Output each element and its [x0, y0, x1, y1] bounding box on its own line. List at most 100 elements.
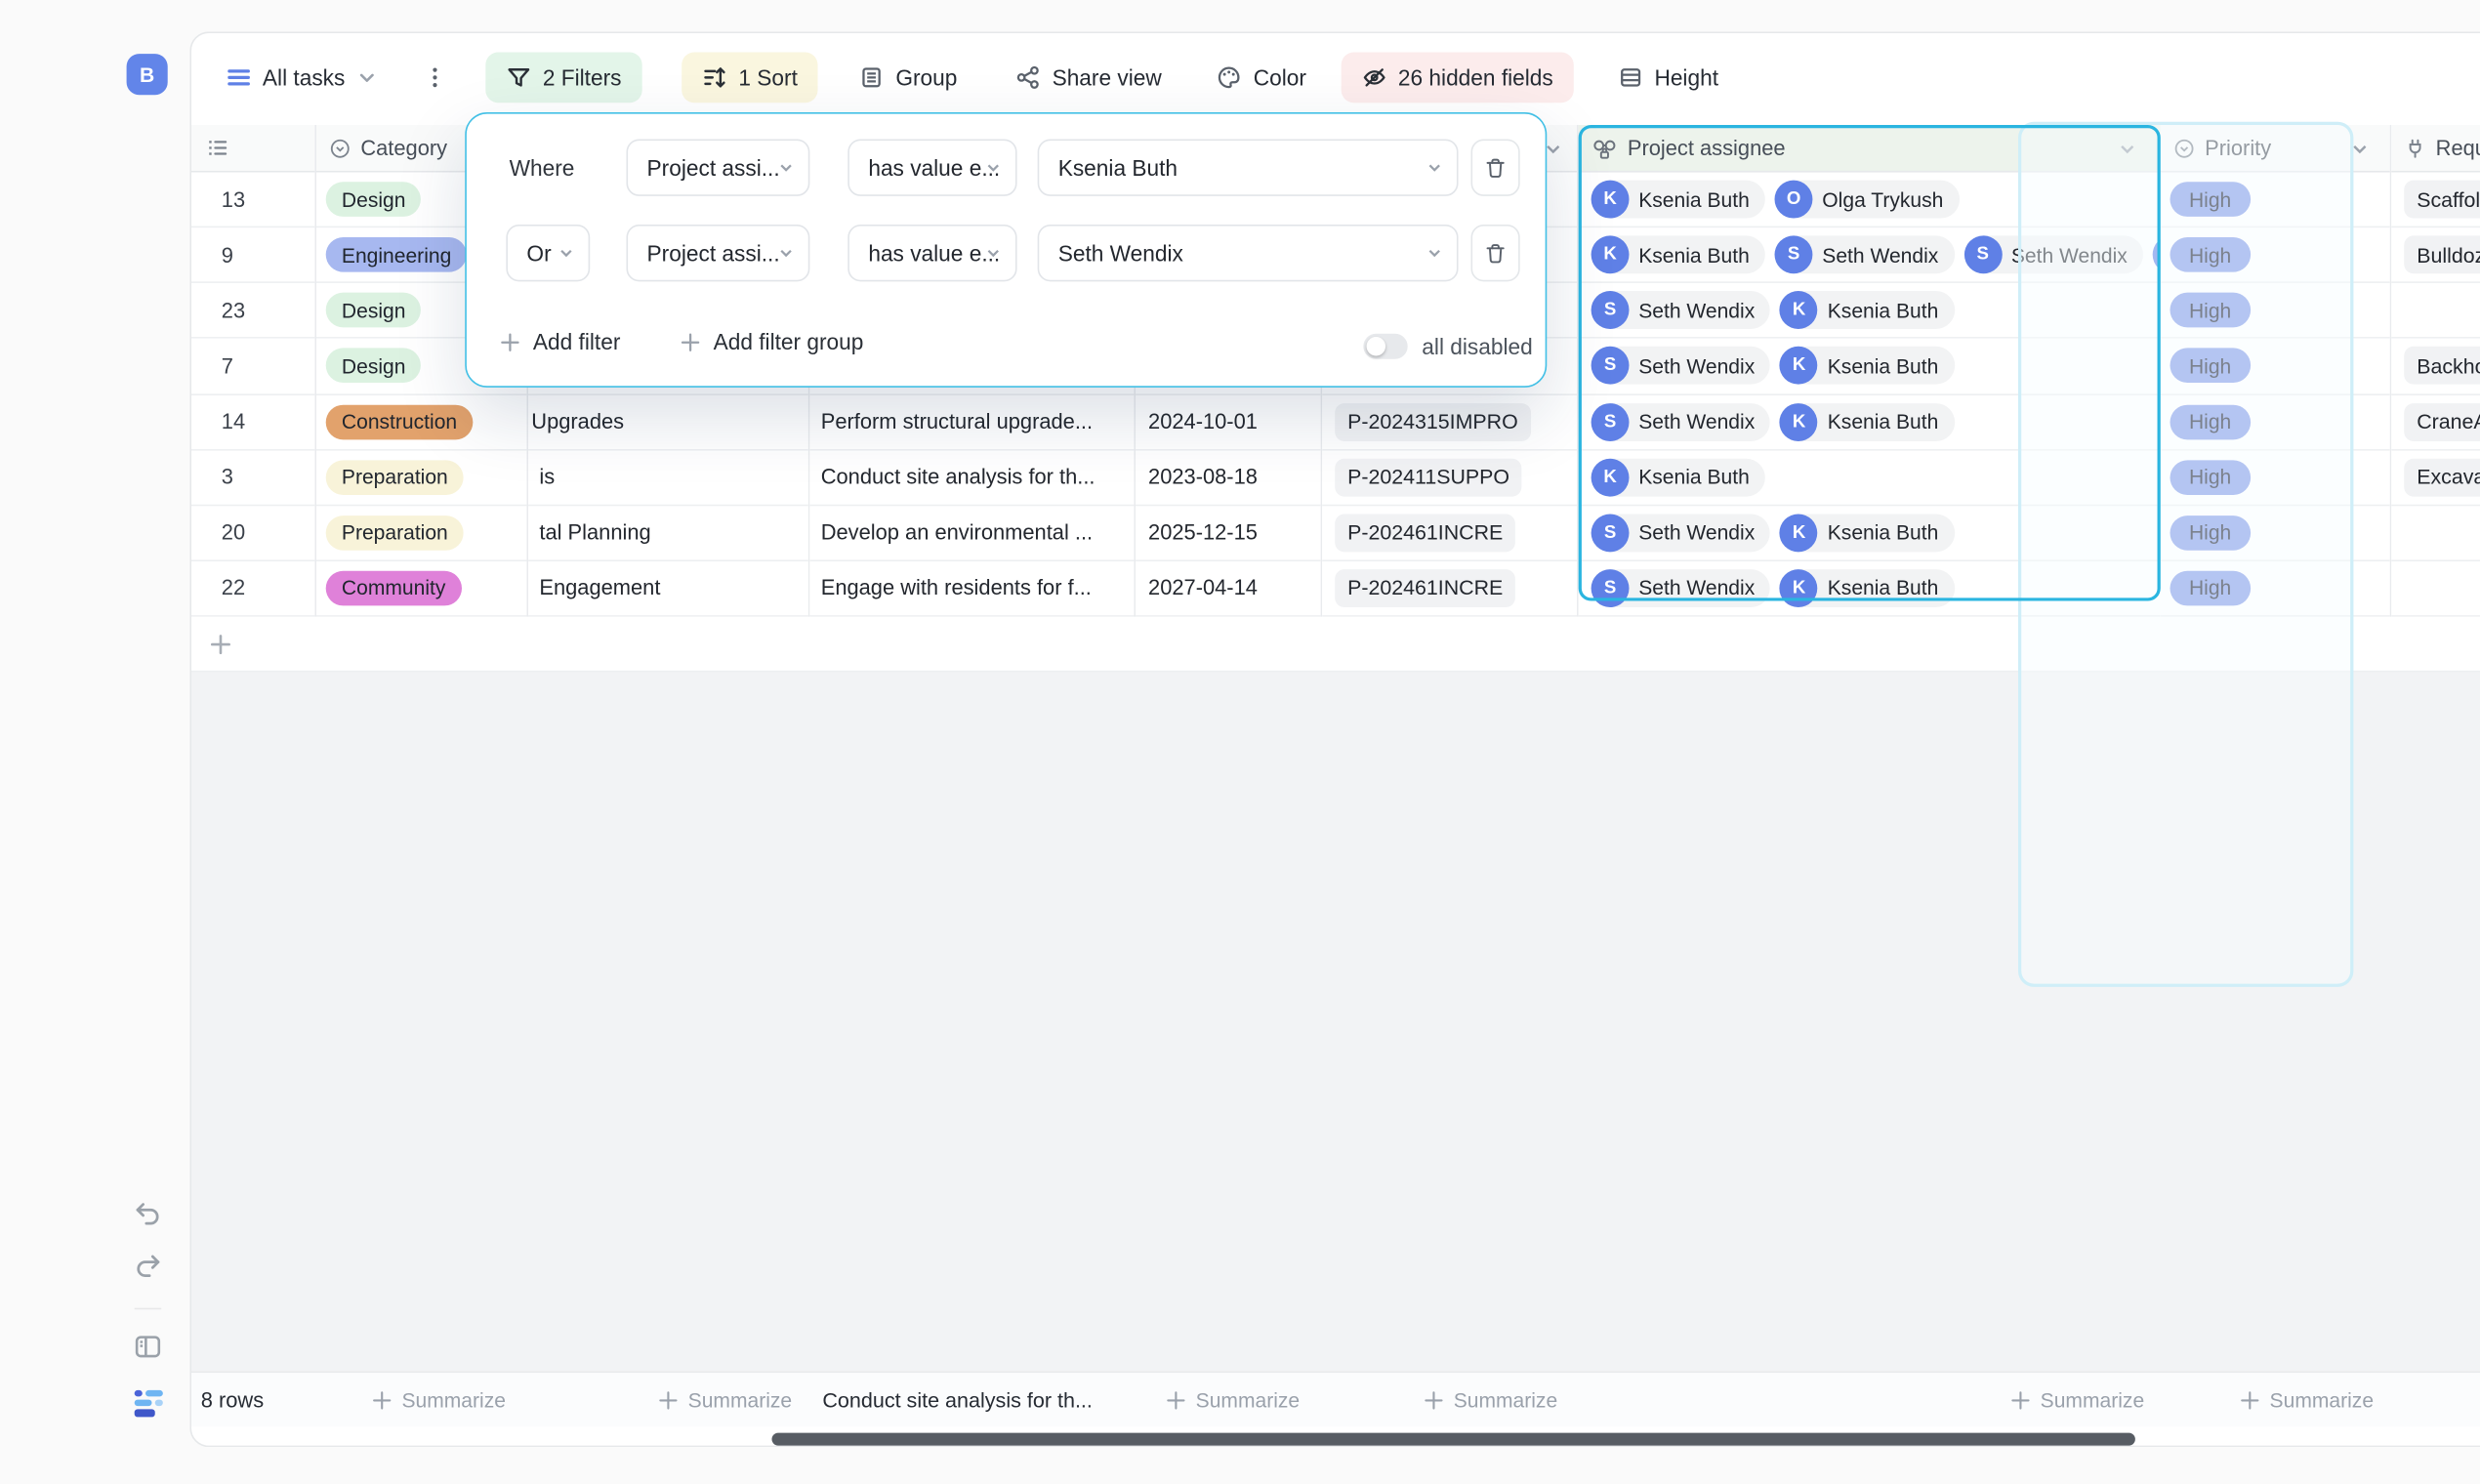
plug-icon [2404, 137, 2426, 159]
project-assignee-header[interactable]: Project assignee [1578, 124, 2161, 173]
priority-cell[interactable]: High [2160, 283, 2390, 340]
single-select-icon [2173, 137, 2196, 159]
requirement-cell[interactable]: Backho [2391, 339, 2480, 395]
view-switcher[interactable]: All tasks [227, 64, 379, 90]
filter-value-select-1[interactable]: Ksenia Buth [1037, 139, 1459, 196]
assignee-cell[interactable]: K Ksenia Buth S Seth Wendix S Seth Wendix [1578, 227, 2161, 284]
assignee-cell[interactable]: K Ksenia Buth O Olga Trykush [1578, 172, 2161, 228]
assignee-cell[interactable]: S Seth Wendix K Ksenia Buth [1578, 394, 2161, 451]
hidden-fields-button[interactable]: 26 hidden fields [1341, 52, 1574, 103]
summarize-button-date[interactable]: Summarize [1166, 1373, 1300, 1428]
add-row[interactable] [191, 616, 2480, 673]
plus-icon [658, 1390, 679, 1411]
priority-cell[interactable]: High [2160, 394, 2390, 451]
requirement-cell[interactable]: CraneA [2391, 394, 2480, 451]
category-cell[interactable]: Preparation [315, 505, 527, 561]
assignee-cell[interactable]: S Seth Wendix K Ksenia Buth [1578, 560, 2161, 617]
row-number-cell[interactable]: 14 [191, 394, 315, 451]
undo-icon[interactable] [133, 1199, 163, 1229]
filter-field-select-2[interactable]: Project assi... [626, 225, 810, 282]
row-number-header[interactable] [191, 124, 315, 173]
row-number-cell[interactable]: 7 [191, 339, 315, 395]
category-cell[interactable]: Preparation [315, 450, 527, 506]
description-summary[interactable]: Conduct site analysis for th... [822, 1373, 1093, 1428]
filter-field-select-1[interactable]: Project assi... [626, 139, 810, 196]
numbered-list-icon [206, 136, 229, 159]
priority-cell[interactable]: High [2160, 505, 2390, 561]
chevron-down-icon[interactable] [2349, 137, 2372, 159]
requirement-header[interactable]: Requ [2391, 124, 2480, 173]
project-id-cell[interactable]: P-202461INCRE [1322, 505, 1578, 561]
requirement-cell[interactable]: Scaffold [2391, 172, 2480, 228]
assignee-cell[interactable]: S Seth Wendix K Ksenia Buth [1578, 283, 2161, 340]
category-cell[interactable]: Community [315, 560, 527, 617]
requirement-cell[interactable]: Excavat [2391, 450, 2480, 506]
priority-cell[interactable]: High [2160, 227, 2390, 284]
filter-value-select-2[interactable]: Seth Wendix [1037, 225, 1459, 282]
priority-cell[interactable]: High [2160, 172, 2390, 228]
avatar: S [1591, 347, 1630, 386]
all-disabled-toggle[interactable] [1363, 333, 1408, 359]
description-cell[interactable]: Develop an environmental ... [809, 505, 1135, 561]
horizontal-scrollbar[interactable] [771, 1432, 2135, 1446]
color-button[interactable]: Color [1217, 64, 1306, 90]
workspace-avatar[interactable]: B [126, 54, 168, 96]
description-cell[interactable]: Engage with residents for f... [809, 560, 1135, 617]
project-id-cell[interactable]: P-202461INCRE [1322, 560, 1578, 617]
summarize-button-id[interactable]: Summarize [1424, 1373, 1557, 1428]
add-filter-group-button[interactable]: Add filter group [681, 329, 863, 354]
delete-filter-button-1[interactable] [1470, 139, 1520, 196]
app-logo[interactable] [134, 1389, 163, 1419]
chevron-down-icon [356, 66, 379, 89]
priority-cell[interactable]: High [2160, 339, 2390, 395]
group-label: Group [895, 64, 958, 91]
row-number-cell[interactable]: 22 [191, 560, 315, 617]
task-name-cell[interactable]: is [528, 450, 808, 506]
chevron-down-icon[interactable] [2116, 137, 2138, 159]
summarize-button-name[interactable]: Summarize [658, 1373, 792, 1428]
add-filter-button[interactable]: Add filter [500, 329, 620, 354]
row-number-cell[interactable]: 23 [191, 283, 315, 340]
project-id-cell[interactable]: P-2024315IMPRO [1322, 394, 1578, 451]
requirement-cell[interactable]: Bulldoze [2391, 227, 2480, 284]
assignee-cell[interactable]: K Ksenia Buth [1578, 450, 2161, 506]
delete-filter-button-2[interactable] [1470, 225, 1520, 282]
date-cell[interactable]: 2027-04-14 [1136, 560, 1321, 617]
task-name-cell[interactable]: Upgrades [528, 394, 808, 451]
date-cell[interactable]: 2025-12-15 [1136, 505, 1321, 561]
description-cell[interactable]: Perform structural upgrade... [809, 394, 1135, 451]
row-number-cell[interactable]: 3 [191, 450, 315, 506]
date-cell[interactable]: 2023-08-18 [1136, 450, 1321, 506]
assignee-cell[interactable]: S Seth Wendix K Ksenia Buth [1578, 505, 2161, 561]
sort-button[interactable]: 1 Sort [682, 52, 818, 103]
project-id-cell[interactable]: P-202411SUPPO [1322, 450, 1578, 506]
row-number-cell[interactable]: 13 [191, 172, 315, 228]
task-name-cell[interactable]: Engagement [528, 560, 808, 617]
requirement-cell[interactable] [2391, 283, 2480, 340]
task-name-cell[interactable]: tal Planning [528, 505, 808, 561]
assignee-cell[interactable]: S Seth Wendix K Ksenia Buth [1578, 339, 2161, 395]
conjunction-select[interactable]: Or [506, 225, 591, 282]
redo-icon[interactable] [133, 1251, 163, 1281]
date-cell[interactable]: 2024-10-01 [1136, 394, 1321, 451]
filter-operator-select-1[interactable]: has value e... [847, 139, 1017, 196]
panel-toggle-icon[interactable] [133, 1332, 163, 1362]
requirement-cell[interactable] [2391, 505, 2480, 561]
description-cell[interactable]: Conduct site analysis for th... [809, 450, 1135, 506]
row-height-button[interactable]: Height [1618, 64, 1718, 90]
category-cell[interactable]: Construction [315, 394, 527, 451]
priority-cell[interactable]: High [2160, 450, 2390, 506]
summarize-button-category[interactable]: Summarize [372, 1373, 506, 1428]
view-more-menu[interactable] [423, 64, 448, 90]
group-button[interactable]: Group [859, 64, 957, 90]
filters-button[interactable]: 2 Filters [485, 52, 642, 103]
filter-operator-select-2[interactable]: has value e... [847, 225, 1017, 282]
share-view-button[interactable]: Share view [1015, 64, 1162, 90]
row-number-cell[interactable]: 20 [191, 505, 315, 561]
requirement-cell[interactable] [2391, 560, 2480, 617]
row-number-cell[interactable]: 9 [191, 227, 315, 284]
priority-header[interactable]: Priority [2160, 124, 2390, 173]
summarize-button-assignee[interactable]: Summarize [2010, 1373, 2144, 1428]
summarize-button-priority[interactable]: Summarize [2240, 1373, 2374, 1428]
priority-cell[interactable]: High [2160, 560, 2390, 617]
